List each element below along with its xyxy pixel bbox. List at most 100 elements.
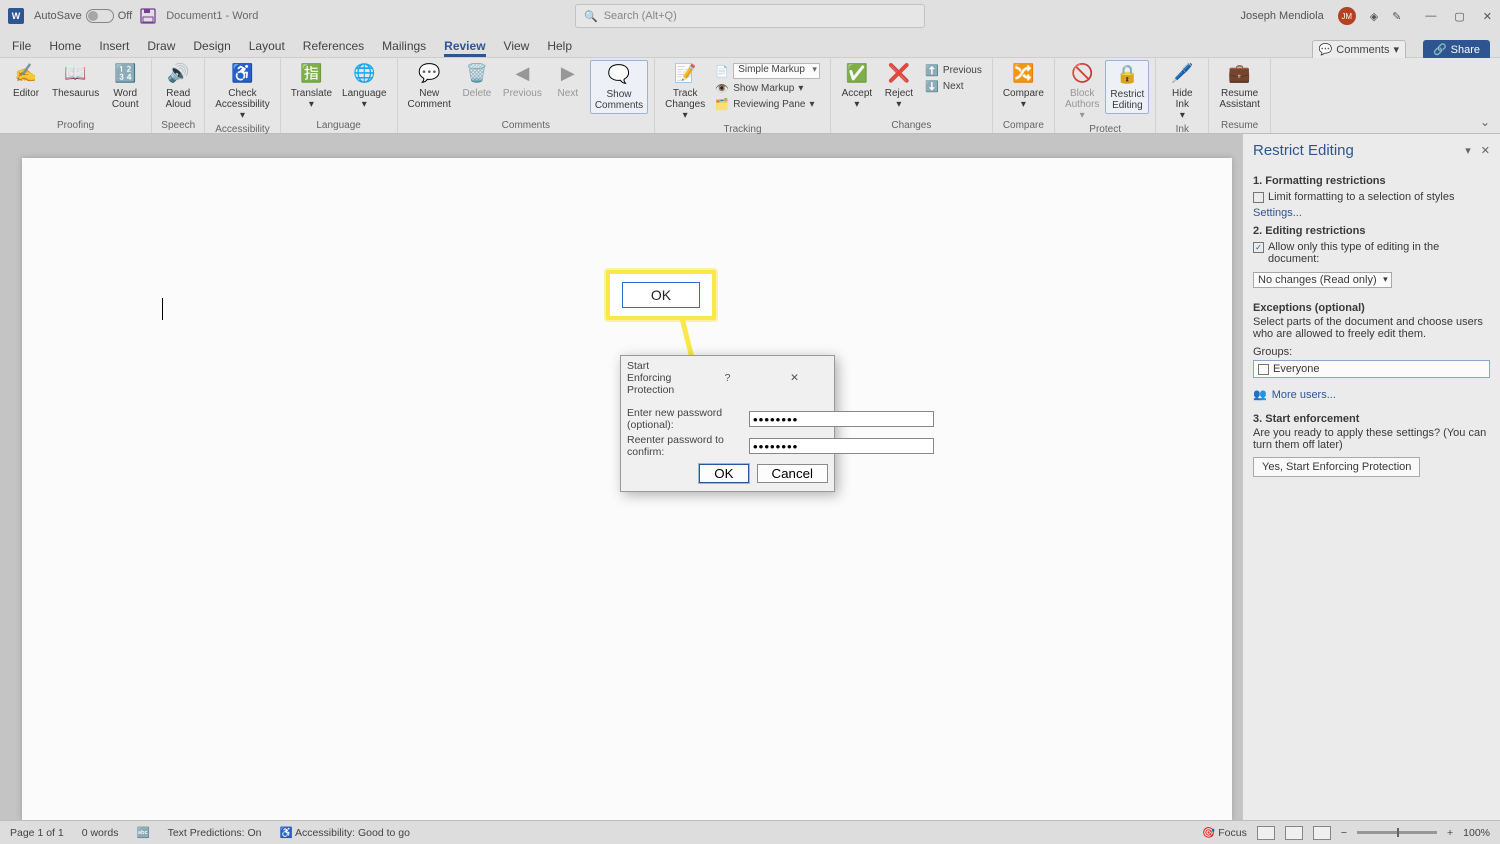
tab-insert[interactable]: Insert [99, 39, 129, 57]
reviewing-pane-button[interactable]: 🗂️Reviewing Pane ▾ [711, 96, 824, 112]
more-users-link[interactable]: 👥More users... [1253, 388, 1490, 401]
thesaurus-button[interactable]: 📖Thesaurus [48, 60, 103, 101]
focus-mode-button[interactable]: 🎯 Focus [1202, 826, 1247, 839]
hide-ink-button[interactable]: 🖊️Hide Ink ▾ [1162, 60, 1202, 123]
show-markup-button[interactable]: 👁️Show Markup ▾ [711, 80, 824, 96]
section2-title: 2. Editing restrictions [1253, 225, 1490, 237]
everyone-checkbox[interactable] [1258, 364, 1269, 375]
resume-icon: 💼 [1228, 62, 1252, 86]
comments-label: Comments [1336, 44, 1389, 56]
web-layout-icon[interactable] [1313, 826, 1331, 840]
reject-button[interactable]: ❌Reject ▾ [879, 60, 919, 112]
translate-button[interactable]: 🈯Translate ▾ [287, 60, 336, 112]
autosave-switch-icon[interactable] [86, 9, 114, 23]
prev-change-button[interactable]: ⬆️Previous [921, 62, 986, 78]
newcomment-icon: 💬 [417, 62, 441, 86]
search-input[interactable]: 🔍 Search (Alt+Q) [575, 4, 925, 28]
autosave-toggle[interactable]: AutoSave Off [34, 9, 132, 23]
pencil-icon[interactable]: ✎ [1392, 10, 1401, 23]
tab-home[interactable]: Home [49, 39, 81, 57]
search-icon: 🔍 [584, 10, 598, 23]
zoom-out-button[interactable]: − [1341, 827, 1347, 839]
tab-file[interactable]: File [12, 39, 31, 57]
word-count-button[interactable]: 🔢Word Count [105, 60, 145, 112]
group-compare-label: Compare [999, 119, 1048, 133]
read-aloud-button[interactable]: 🔊Read Aloud [158, 60, 198, 112]
maximize-icon[interactable]: ▢ [1454, 10, 1464, 23]
check-accessibility-button[interactable]: ♿Check Accessibility ▾ [211, 60, 273, 123]
allow-editing-checkbox[interactable] [1253, 242, 1264, 253]
exceptions-title: Exceptions (optional) [1253, 302, 1490, 314]
blockauthors-icon: 🚫 [1070, 62, 1094, 86]
status-predictions[interactable]: Text Predictions: On [168, 827, 262, 839]
new-comment-button[interactable]: 💬New Comment [404, 60, 455, 112]
tab-help[interactable]: Help [547, 39, 572, 57]
editor-button[interactable]: ✍️Editor [6, 60, 46, 101]
tab-design[interactable]: Design [193, 39, 230, 57]
language-button[interactable]: 🌐Language ▾ [338, 60, 391, 112]
formatting-settings-link[interactable]: Settings... [1253, 207, 1490, 219]
close-icon[interactable]: ✕ [1483, 10, 1492, 23]
diamond-icon[interactable]: ◈ [1370, 10, 1378, 23]
tab-view[interactable]: View [504, 39, 530, 57]
markupmode-icon: 📄 [715, 64, 729, 78]
pane-close-icon[interactable]: ✕ [1481, 144, 1490, 157]
share-label: Share [1451, 44, 1480, 56]
group-language-label: Language [287, 119, 391, 133]
tab-references[interactable]: References [303, 39, 364, 57]
password-input[interactable] [749, 411, 934, 427]
next-comment-button: ▶Next [548, 60, 588, 101]
minimize-icon[interactable]: — [1425, 10, 1436, 23]
save-icon[interactable] [140, 8, 156, 24]
section3-title: 3. Start enforcement [1253, 413, 1490, 425]
prev-comment-button: ◀Previous [499, 60, 546, 101]
pane-title: Restrict Editing [1253, 142, 1465, 159]
tab-layout[interactable]: Layout [249, 39, 285, 57]
groups-list[interactable]: Everyone [1253, 360, 1490, 378]
markup-mode-select[interactable]: 📄Simple Markup [711, 62, 824, 80]
dialog-close-icon[interactable]: ✕ [761, 372, 828, 384]
status-bar: Page 1 of 1 0 words 🔤 Text Predictions: … [0, 820, 1500, 844]
restrict-editing-button[interactable]: 🔒Restrict Editing [1105, 60, 1149, 114]
user-avatar[interactable]: JM [1338, 7, 1356, 25]
comment-bubble-icon: 💬 [1319, 43, 1333, 56]
status-words[interactable]: 0 words [82, 827, 119, 839]
start-enforcing-button[interactable]: Yes, Start Enforcing Protection [1253, 457, 1420, 477]
group-comments-label: Comments [404, 119, 649, 133]
limit-formatting-checkbox[interactable] [1253, 192, 1264, 203]
group-changes-label: Changes [837, 119, 986, 133]
resume-assistant-button[interactable]: 💼Resume Assistant [1215, 60, 1264, 112]
show-comments-button[interactable]: 🗨️Show Comments [590, 60, 648, 114]
nextchange-icon: ⬇️ [925, 79, 939, 93]
zoom-slider[interactable] [1357, 831, 1437, 834]
read-mode-icon[interactable] [1257, 826, 1275, 840]
confirm-password-input[interactable] [749, 438, 934, 454]
next-change-button[interactable]: ⬇️Next [921, 78, 986, 94]
status-language-icon[interactable]: 🔤 [136, 826, 149, 839]
section3-desc: Are you ready to apply these settings? (… [1253, 427, 1490, 451]
status-page[interactable]: Page 1 of 1 [10, 827, 64, 839]
dialog-help-icon[interactable]: ? [694, 372, 761, 384]
tab-draw[interactable]: Draw [147, 39, 175, 57]
dialog-cancel-button[interactable]: Cancel [757, 464, 829, 483]
track-changes-button[interactable]: 📝Track Changes ▾ [661, 60, 709, 123]
tab-mailings[interactable]: Mailings [382, 39, 426, 57]
status-accessibility[interactable]: ♿ Accessibility: Good to go [280, 826, 410, 839]
group-resume-label: Resume [1215, 119, 1264, 133]
autosave-state: Off [118, 10, 132, 22]
user-name[interactable]: Joseph Mendiola [1241, 10, 1324, 22]
zoom-value[interactable]: 100% [1463, 827, 1490, 839]
share-button[interactable]: 🔗 Share [1423, 40, 1490, 60]
callout-ok-highlight: OK [606, 270, 716, 320]
pane-dropdown-icon[interactable]: ▾ [1465, 144, 1471, 157]
tab-review[interactable]: Review [444, 39, 485, 57]
dialog-ok-button[interactable]: OK [699, 464, 748, 483]
zoom-in-button[interactable]: + [1447, 827, 1453, 839]
accept-button[interactable]: ✅Accept ▾ [837, 60, 877, 112]
compare-button[interactable]: 🔀Compare ▾ [999, 60, 1048, 112]
dialog-title: Start Enforcing Protection [627, 360, 694, 396]
print-layout-icon[interactable] [1285, 826, 1303, 840]
deletecomment-icon: 🗑️ [465, 62, 489, 86]
editing-mode-select[interactable]: No changes (Read only) [1253, 272, 1392, 288]
ribbon-collapse-icon[interactable]: ⌄ [1480, 115, 1490, 129]
